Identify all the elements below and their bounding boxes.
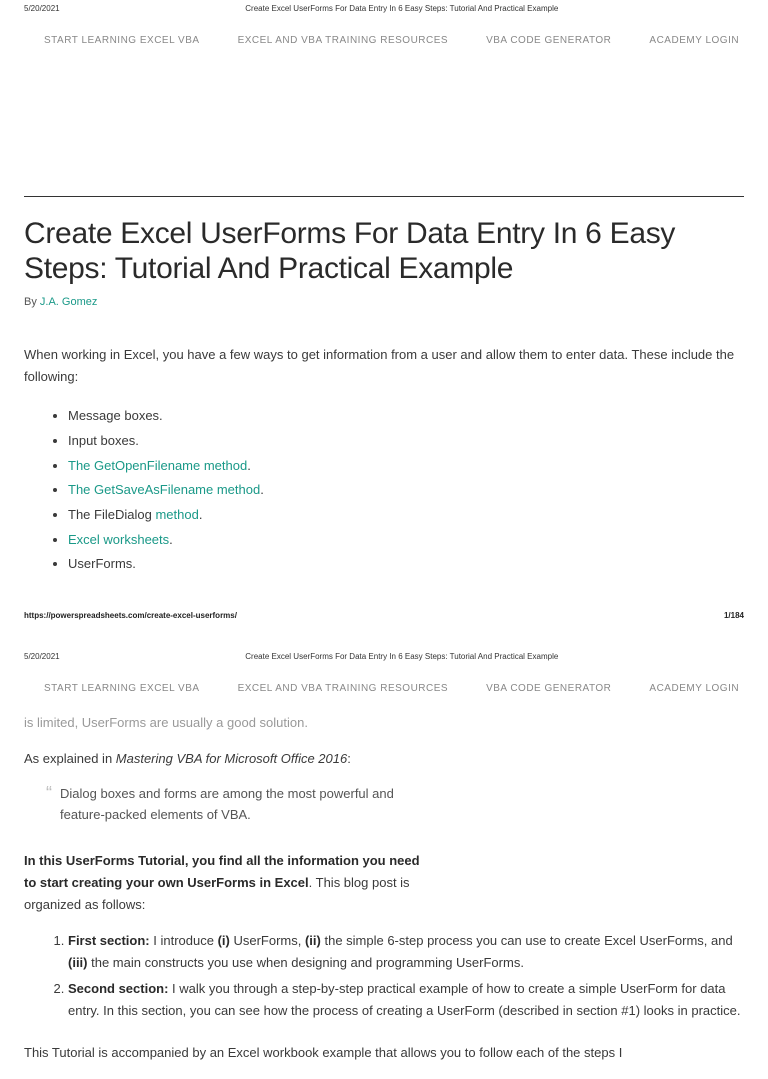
nav-academy-login[interactable]: ACADEMY LOGIN [649,683,739,694]
author-link[interactable]: J.A. Gomez [40,296,97,308]
top-nav: START LEARNING EXCEL VBA EXCEL AND VBA T… [0,17,768,64]
nav-start-learning[interactable]: START LEARNING EXCEL VBA [44,35,200,46]
getopenfilename-link[interactable]: The GetOpenFilename method [68,458,247,473]
nav-start-learning[interactable]: START LEARNING EXCEL VBA [44,683,200,694]
print-url: https://powerspreadsheets.com/create-exc… [24,611,237,620]
print-header: 5/20/2021 Create Excel UserForms For Dat… [0,0,768,17]
list-item: Second section: I walk you through a ste… [68,978,744,1022]
filedialog-method-link[interactable]: method [155,507,198,522]
nav-training-resources[interactable]: EXCEL AND VBA TRAINING RESOURCES [238,35,449,46]
blockquote: “ Dialog boxes and forms are among the m… [46,784,406,826]
book-title: Mastering VBA for Microsoft Office 2016 [116,751,347,766]
nav-training-resources[interactable]: EXCEL AND VBA TRAINING RESOURCES [238,683,449,694]
list-item: The GetOpenFilename method. [68,454,744,479]
lead-paragraph: In this UserForms Tutorial, you find all… [24,850,424,916]
nav-code-generator[interactable]: VBA CODE GENERATOR [486,35,611,46]
methods-list: Message boxes. Input boxes. The GetOpenF… [24,404,744,577]
nav-academy-login[interactable]: ACADEMY LOGIN [649,35,739,46]
list-item: Message boxes. [68,404,744,429]
list-item: The FileDialog method. [68,503,744,528]
intro-paragraph: When working in Excel, you have a few wa… [24,344,744,388]
sections-list: First section: I introduce (i) UserForms… [24,930,744,1022]
list-item: UserForms. [68,552,744,577]
list-item: The GetSaveAsFilename method. [68,478,744,503]
list-item: First section: I introduce (i) UserForms… [68,930,744,974]
excel-worksheets-link[interactable]: Excel worksheets [68,532,169,547]
print-date: 5/20/2021 [24,652,60,661]
byline: By J.A. Gomez [24,296,744,308]
article-title: Create Excel UserForms For Data Entry In… [24,217,744,286]
list-item: Input boxes. [68,429,744,454]
page-number: 1/184 [724,611,744,620]
getsaveasfilename-link[interactable]: The GetSaveAsFilename method [68,482,260,497]
print-footer: https://powerspreadsheets.com/create-exc… [0,607,768,648]
closing-paragraph: This Tutorial is accompanied by an Excel… [24,1042,744,1064]
explained-paragraph: As explained in Mastering VBA for Micros… [24,748,744,770]
print-date: 5/20/2021 [24,4,60,13]
quote-text: Dialog boxes and forms are among the mos… [60,784,406,826]
cut-paragraph: is limited, UserForms are usually a good… [24,712,744,734]
print-header: 5/20/2021 Create Excel UserForms For Dat… [0,648,768,665]
print-title: Create Excel UserForms For Data Entry In… [60,4,744,13]
list-item: Excel worksheets. [68,528,744,553]
print-title: Create Excel UserForms For Data Entry In… [60,652,744,661]
quote-mark-icon: “ [46,784,52,826]
nav-code-generator[interactable]: VBA CODE GENERATOR [486,683,611,694]
divider [24,196,744,197]
top-nav: START LEARNING EXCEL VBA EXCEL AND VBA T… [0,665,768,712]
